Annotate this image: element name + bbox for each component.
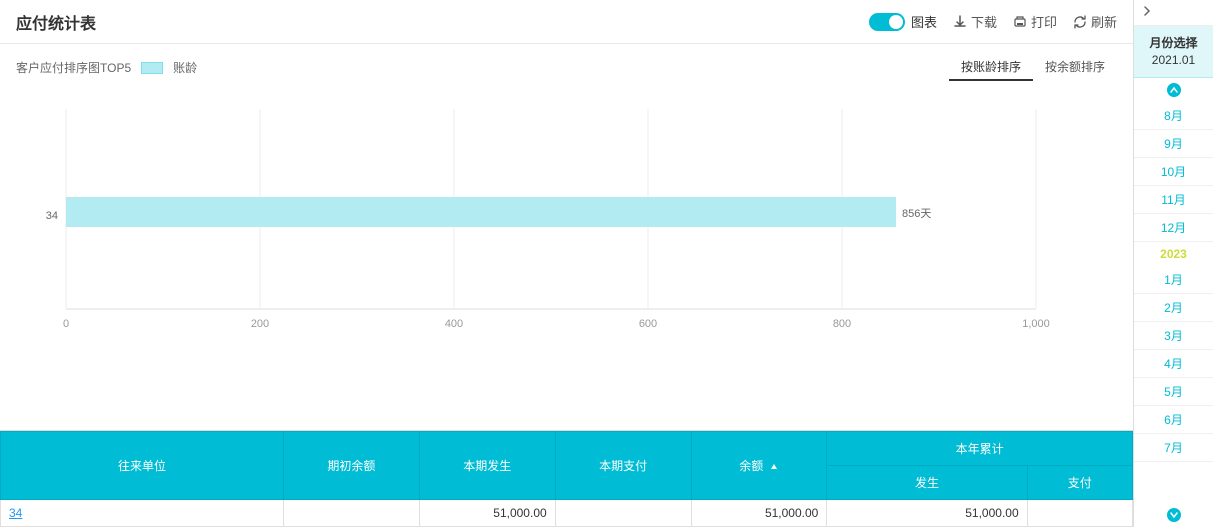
svg-text:600: 600 [639,318,657,330]
cell-current-pay [555,500,691,527]
chevron-down-icon [1166,507,1182,523]
tab-by-balance[interactable]: 按账龄排序 [949,54,1033,81]
page-title: 应付统计表 [16,10,96,34]
chart-body: 34 856天 0 200 400 600 800 1,000 [16,89,1117,369]
legend-title: 客户应付排序图TOP5 [16,59,131,76]
sidebar-month-3[interactable]: 3月 [1134,322,1213,350]
table-area: 往来单位 期初余额 本期发生 本期支付 余额 本年累计 [0,430,1133,527]
sidebar-year-input[interactable] [1140,51,1207,69]
header-actions: 图表 下载 打印 [869,12,1117,31]
th-ytd-group: 本年累计 [827,432,1133,466]
sidebar-month-9[interactable]: 9月 [1134,130,1213,158]
table-row: 34 51,000.00 51,000.00 51,000.00 [1,500,1133,527]
sidebar-month-1[interactable]: 1月 [1134,266,1213,294]
th-current-pay: 本期支付 [555,432,691,500]
chart-toggle[interactable]: 图表 [869,12,937,31]
svg-text:1,000: 1,000 [1022,318,1050,330]
header: 应付统计表 图表 下载 [0,0,1133,44]
main-content: 应付统计表 图表 下载 [0,0,1133,527]
refresh-label: 刷新 [1091,12,1117,31]
bar-rect [66,197,896,227]
download-icon [953,15,967,29]
sidebar-month-10[interactable]: 10月 [1134,158,1213,186]
cell-ytd-occur: 51,000.00 [827,500,1027,527]
print-button[interactable]: 打印 [1013,12,1057,31]
sidebar-month-4[interactable]: 4月 [1134,350,1213,378]
sidebar-month-12[interactable]: 12月 [1134,214,1213,242]
svg-text:800: 800 [833,318,851,330]
app-container: 应付统计表 图表 下载 [0,0,1213,527]
sidebar-months-list: 8月 9月 10月 11月 12月 2023 1月 2月 3月 4月 5月 6月… [1134,102,1213,503]
bar-chart-svg: 34 856天 0 200 400 600 800 1,000 [16,89,1056,349]
cell-balance: 51,000.00 [691,500,827,527]
th-current-occur: 本期发生 [419,432,555,500]
tab-by-amount[interactable]: 按余额排序 [1033,54,1117,81]
chart-legend: 客户应付排序图TOP5 账龄 [16,59,197,76]
sidebar-month-7[interactable]: 7月 [1134,434,1213,462]
th-ytd-pay: 支付 [1027,466,1132,500]
sidebar-month-2[interactable]: 2月 [1134,294,1213,322]
chevron-right-icon [1140,4,1154,18]
chart-tabs: 按账龄排序 按余额排序 [949,54,1117,81]
toggle-thumb [889,15,903,29]
sort-icon [769,462,779,472]
chevron-up-icon [1166,82,1182,98]
th-unit: 往来单位 [1,432,284,500]
chart-area: 客户应付排序图TOP5 账龄 按账龄排序 按余额排序 [0,44,1133,430]
svg-text:34: 34 [46,210,58,222]
sidebar-month-6[interactable]: 6月 [1134,406,1213,434]
legend-box [141,62,163,74]
th-opening: 期初余额 [284,432,420,500]
table-header-row-1: 往来单位 期初余额 本期发生 本期支付 余额 本年累计 [1,432,1133,466]
sidebar-month-8[interactable]: 8月 [1134,102,1213,130]
sidebar-header: 月份选择 [1134,26,1213,78]
download-label: 下载 [971,12,997,31]
th-balance: 余额 [691,432,827,500]
svg-text:856天: 856天 [902,208,931,220]
refresh-icon [1073,15,1087,29]
sidebar-header-label: 月份选择 [1140,34,1207,51]
toggle-track[interactable] [869,13,905,31]
svg-text:200: 200 [251,318,269,330]
th-ytd-occur: 发生 [827,466,1027,500]
sidebar-year-2023: 2023 [1134,242,1213,266]
download-button[interactable]: 下载 [953,12,997,31]
refresh-button[interactable]: 刷新 [1073,12,1117,31]
sidebar-collapse-button[interactable] [1136,2,1158,23]
chart-label: 图表 [911,12,937,31]
sidebar: 月份选择 8月 9月 10月 11月 12月 2023 1月 2月 3月 4月 … [1133,0,1213,527]
svg-text:400: 400 [445,318,463,330]
svg-text:0: 0 [63,318,69,330]
sidebar-month-5[interactable]: 5月 [1134,378,1213,406]
sidebar-month-11[interactable]: 11月 [1134,186,1213,214]
chart-header: 客户应付排序图TOP5 账龄 按账龄排序 按余额排序 [16,54,1117,81]
legend-box-label: 账龄 [173,59,197,76]
print-icon [1013,15,1027,29]
cell-ytd-pay [1027,500,1132,527]
print-label: 打印 [1031,12,1057,31]
cell-opening [284,500,420,527]
cell-current-occur: 51,000.00 [419,500,555,527]
sidebar-scroll-up-button[interactable] [1134,78,1213,102]
sidebar-scroll-down-button[interactable] [1134,503,1213,527]
cell-unit[interactable]: 34 [1,500,284,527]
table-wrapper: 往来单位 期初余额 本期发生 本期支付 余额 本年累计 [0,431,1133,527]
data-table: 往来单位 期初余额 本期发生 本期支付 余额 本年累计 [0,431,1133,527]
